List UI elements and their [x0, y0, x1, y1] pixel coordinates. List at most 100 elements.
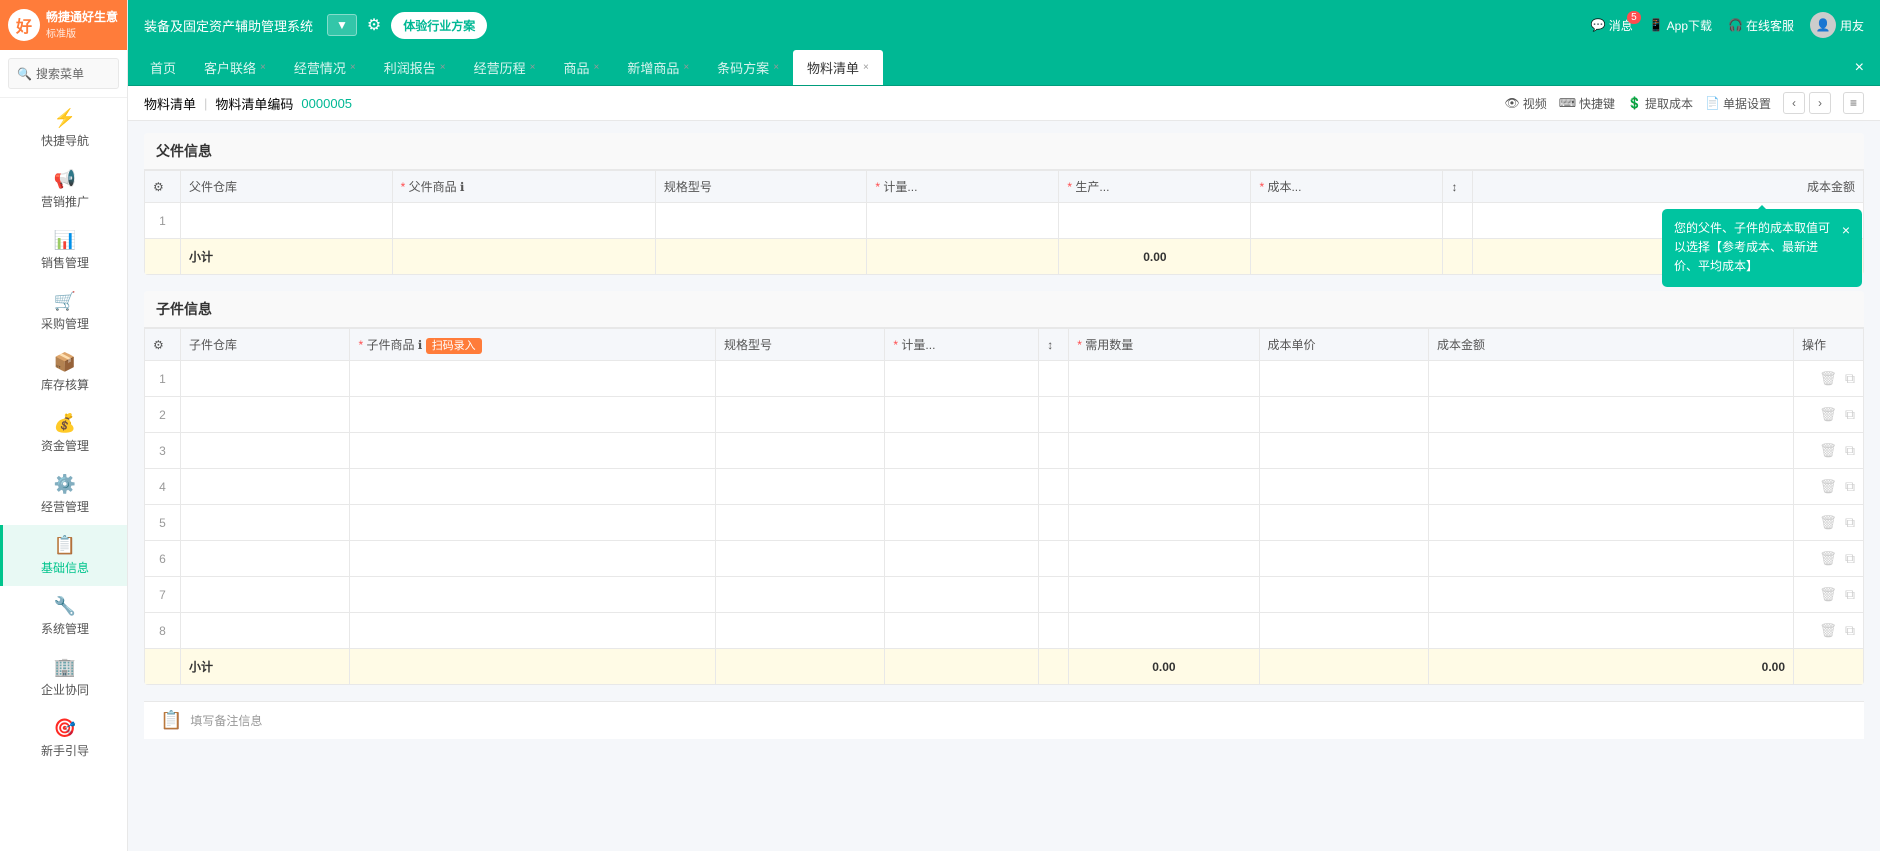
- tab-history-close[interactable]: ×: [530, 62, 536, 73]
- tab-add-goods-close[interactable]: ×: [683, 62, 689, 73]
- tab-operations-status[interactable]: 经营情况 ×: [280, 50, 370, 86]
- parent-row-1-production[interactable]: [1059, 203, 1251, 239]
- parent-row-1-product[interactable]: [392, 203, 655, 239]
- child-th-settings[interactable]: ⚙: [145, 329, 181, 361]
- child-row-1-price[interactable]: [1259, 361, 1428, 397]
- child-row-8-product[interactable]: [350, 613, 716, 649]
- child-row-3-warehouse[interactable]: [181, 433, 350, 469]
- child-row-7-copy[interactable]: ⧉: [1845, 586, 1855, 603]
- parent-row-1-cost[interactable]: [1251, 203, 1443, 239]
- child-row-8-unit[interactable]: [885, 613, 1039, 649]
- child-row-7-delete[interactable]: 🗑: [1819, 586, 1837, 603]
- tab-profit[interactable]: 利润报告 ×: [370, 50, 460, 86]
- list-view-button[interactable]: ≡: [1843, 92, 1864, 114]
- child-row-2-amount[interactable]: [1429, 397, 1794, 433]
- app-download-action[interactable]: 📱 App下载: [1649, 17, 1712, 34]
- tab-barcode-close[interactable]: ×: [773, 62, 779, 73]
- sidebar-item-enterprise[interactable]: 🏢 企业协同: [0, 647, 127, 708]
- parent-row-1-warehouse[interactable]: [181, 203, 393, 239]
- tab-add-goods[interactable]: 新增商品 ×: [613, 50, 703, 86]
- scan-button[interactable]: 扫码录入: [426, 338, 482, 354]
- sidebar-item-marketing[interactable]: 📢 营销推广: [0, 159, 127, 220]
- child-row-4-qty[interactable]: [1069, 469, 1259, 505]
- child-row-2-copy[interactable]: ⧉: [1845, 406, 1855, 423]
- child-row-6-unit[interactable]: [885, 541, 1039, 577]
- view-action[interactable]: 👁 视频: [1504, 95, 1546, 112]
- child-row-4-spec[interactable]: [715, 469, 884, 505]
- sidebar-item-basic-info[interactable]: 📋 基础信息: [0, 525, 127, 586]
- child-row-2-price[interactable]: [1259, 397, 1428, 433]
- tab-home[interactable]: 首页: [136, 50, 190, 86]
- tab-customer[interactable]: 客户联络 ×: [190, 50, 280, 86]
- child-row-1-amount[interactable]: [1429, 361, 1794, 397]
- next-button[interactable]: ›: [1809, 92, 1831, 114]
- sidebar-item-sales[interactable]: 📊 销售管理: [0, 220, 127, 281]
- tab-customer-close[interactable]: ×: [260, 62, 266, 73]
- child-row-6-copy[interactable]: ⧉: [1845, 550, 1855, 567]
- child-row-3-product[interactable]: [350, 433, 716, 469]
- child-row-5-delete[interactable]: 🗑: [1819, 514, 1837, 531]
- cost-action[interactable]: 💲 提取成本: [1627, 95, 1693, 112]
- user-menu[interactable]: 👤 用友: [1810, 12, 1864, 38]
- child-row-4-amount[interactable]: [1429, 469, 1794, 505]
- child-row-3-copy[interactable]: ⧉: [1845, 442, 1855, 459]
- child-row-6-warehouse[interactable]: [181, 541, 350, 577]
- tab-profit-close[interactable]: ×: [440, 62, 446, 73]
- child-row-5-price[interactable]: [1259, 505, 1428, 541]
- sidebar-item-finance[interactable]: 💰 资金管理: [0, 403, 127, 464]
- child-row-6-delete[interactable]: 🗑: [1819, 550, 1837, 567]
- child-row-1-copy[interactable]: ⧉: [1845, 370, 1855, 387]
- child-row-1-spec[interactable]: [715, 361, 884, 397]
- child-row-3-unit[interactable]: [885, 433, 1039, 469]
- child-row-4-unit[interactable]: [885, 469, 1039, 505]
- sidebar-item-purchase[interactable]: 🛒 采购管理: [0, 281, 127, 342]
- parent-th-settings[interactable]: ⚙: [145, 171, 181, 203]
- child-row-5-warehouse[interactable]: [181, 505, 350, 541]
- child-row-7-warehouse[interactable]: [181, 577, 350, 613]
- shortcut-action[interactable]: ⌨ 快捷键: [1559, 95, 1615, 112]
- child-row-5-copy[interactable]: ⧉: [1845, 514, 1855, 531]
- child-row-8-delete[interactable]: 🗑: [1819, 622, 1837, 639]
- child-row-8-price[interactable]: [1259, 613, 1428, 649]
- child-row-6-amount[interactable]: [1429, 541, 1794, 577]
- tab-history[interactable]: 经营历程 ×: [460, 50, 550, 86]
- child-row-3-amount[interactable]: [1429, 433, 1794, 469]
- child-row-5-qty[interactable]: [1069, 505, 1259, 541]
- messages-action[interactable]: 💬 消息 5: [1591, 17, 1633, 34]
- doc-settings-action[interactable]: 📄 单据设置: [1705, 95, 1771, 112]
- child-row-3-qty[interactable]: [1069, 433, 1259, 469]
- child-row-1-qty[interactable]: [1069, 361, 1259, 397]
- child-row-2-unit[interactable]: [885, 397, 1039, 433]
- child-row-2-product[interactable]: [350, 397, 716, 433]
- child-row-3-delete[interactable]: 🗑: [1819, 442, 1837, 459]
- child-row-8-qty[interactable]: [1069, 613, 1259, 649]
- child-row-1-product[interactable]: [350, 361, 716, 397]
- child-row-4-warehouse[interactable]: [181, 469, 350, 505]
- child-row-6-product[interactable]: [350, 541, 716, 577]
- child-row-5-amount[interactable]: [1429, 505, 1794, 541]
- sidebar-item-system[interactable]: 🔧 系统管理: [0, 586, 127, 647]
- tab-goods-close[interactable]: ×: [593, 62, 599, 73]
- child-row-7-qty[interactable]: [1069, 577, 1259, 613]
- child-row-6-price[interactable]: [1259, 541, 1428, 577]
- close-all-tabs[interactable]: ×: [1847, 59, 1872, 77]
- sidebar-item-operations[interactable]: ⚙️ 经营管理: [0, 464, 127, 525]
- child-row-7-amount[interactable]: [1429, 577, 1794, 613]
- child-row-5-spec[interactable]: [715, 505, 884, 541]
- child-row-4-price[interactable]: [1259, 469, 1428, 505]
- child-row-7-spec[interactable]: [715, 577, 884, 613]
- child-row-2-qty[interactable]: [1069, 397, 1259, 433]
- tooltip-close-button[interactable]: ×: [1842, 219, 1850, 241]
- child-row-6-qty[interactable]: [1069, 541, 1259, 577]
- child-row-2-warehouse[interactable]: [181, 397, 350, 433]
- sidebar-item-quick-nav[interactable]: ⚡ 快捷导航: [0, 98, 127, 159]
- child-row-8-warehouse[interactable]: [181, 613, 350, 649]
- child-row-8-amount[interactable]: [1429, 613, 1794, 649]
- tab-barcode[interactable]: 条码方案 ×: [703, 50, 793, 86]
- child-row-4-product[interactable]: [350, 469, 716, 505]
- sidebar-item-guide[interactable]: 🎯 新手引导: [0, 708, 127, 769]
- prev-button[interactable]: ‹: [1783, 92, 1805, 114]
- child-row-4-delete[interactable]: 🗑: [1819, 478, 1837, 495]
- child-row-7-product[interactable]: [350, 577, 716, 613]
- tab-bom-close[interactable]: ×: [863, 62, 869, 73]
